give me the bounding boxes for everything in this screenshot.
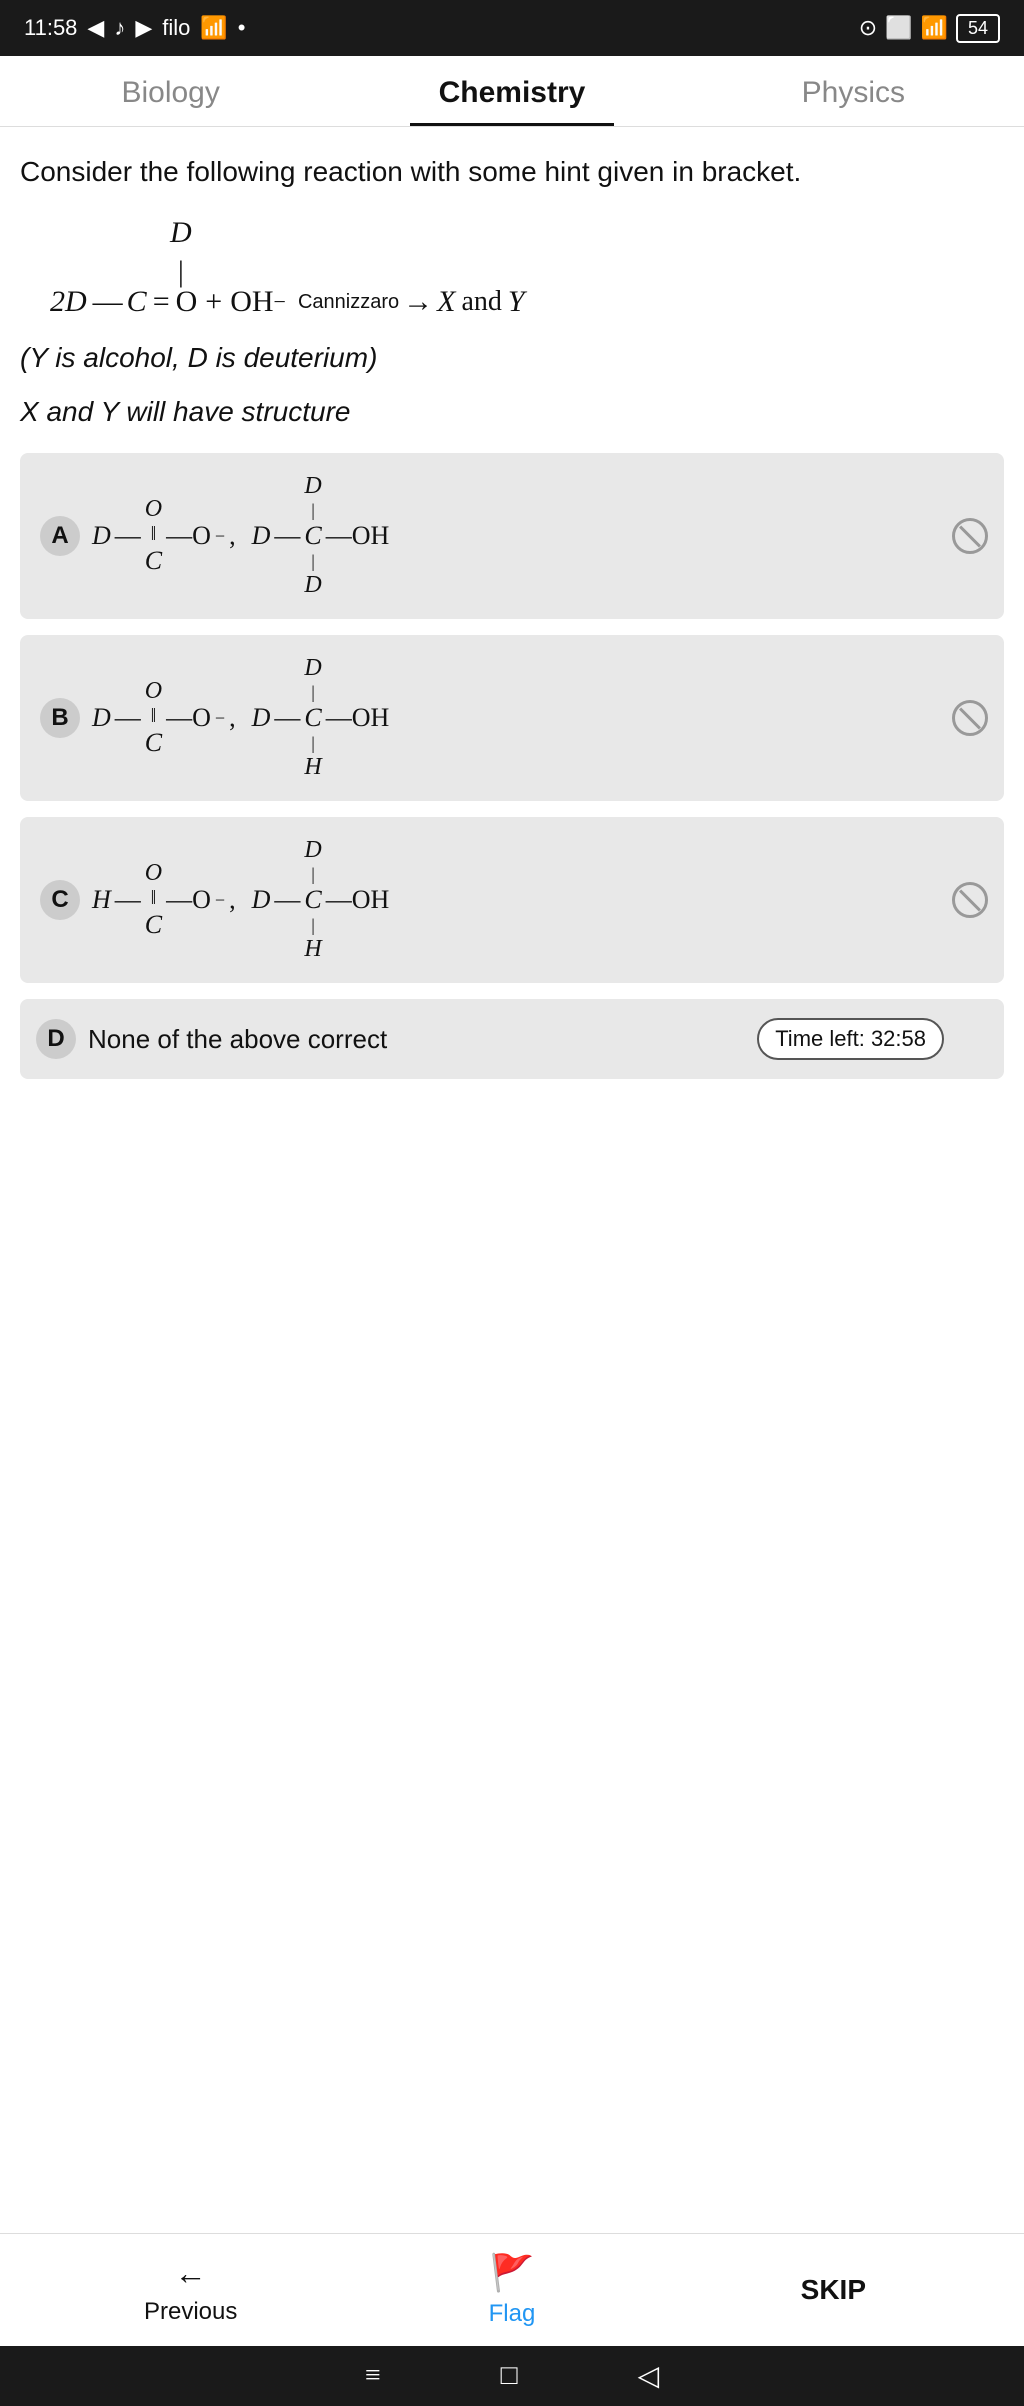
- flag-button[interactable]: 🚩 Flag: [351, 2252, 672, 2328]
- option-a-label: A: [40, 516, 80, 556]
- skip-label: SKIP: [801, 2274, 866, 2306]
- menu-icon[interactable]: ≡: [365, 2360, 381, 2392]
- option-b[interactable]: B D — O ‖ C —O − ,: [20, 635, 1004, 801]
- option-a-no-icon: [952, 518, 988, 554]
- bottom-nav: ← Previous 🚩 Flag SKIP: [0, 2233, 1024, 2346]
- cannizzaro-label: Cannizzaro: [298, 292, 399, 312]
- option-a[interactable]: A D — O ‖ C —O: [20, 453, 1004, 619]
- screen-icon: ⬜: [885, 15, 912, 41]
- previous-label: Previous: [144, 2298, 237, 2326]
- and-label: and: [461, 288, 501, 316]
- status-right: ⊙ ⬜ 📶 54: [859, 14, 1000, 43]
- subtext1: (Y is alcohol, D is deuterium): [20, 337, 1004, 379]
- time-display: 11:58: [24, 15, 77, 41]
- y-label: Y: [508, 287, 525, 317]
- plus-sign: +: [205, 287, 222, 317]
- skip-button[interactable]: SKIP: [673, 2274, 994, 2306]
- content-area: Consider the following reaction with som…: [0, 127, 1024, 1079]
- options-area: A D — O ‖ C —O: [20, 453, 1004, 1079]
- reaction-arrow: →: [403, 287, 433, 317]
- 2d-label: 2D: [50, 287, 87, 317]
- status-bar: 11:58 ◀ ♪ ▶ filo 📶 • ⊙ ⬜ 📶 54: [0, 0, 1024, 56]
- wifi-icon: 📶: [200, 15, 227, 41]
- music-icon: ♪: [114, 15, 125, 41]
- app-name: filo: [162, 15, 190, 41]
- dash1: —: [93, 287, 123, 317]
- option-c-no-icon: [952, 882, 988, 918]
- back-arrow-icon: ←: [175, 2255, 207, 2292]
- tab-biology[interactable]: Biology: [0, 56, 341, 126]
- previous-button[interactable]: ← Previous: [30, 2255, 351, 2326]
- oh-label: OH: [230, 287, 273, 317]
- d-top: D: [170, 213, 192, 252]
- option-d-label: D: [36, 1019, 76, 1059]
- option-c[interactable]: C H — O ‖ C —O − ,: [20, 817, 1004, 983]
- option-b-content: D — O ‖ C —O − , D —: [92, 655, 940, 781]
- option-d[interactable]: D None of the above correct Time left: 3…: [20, 999, 1004, 1079]
- o-label: O: [176, 287, 198, 317]
- signal-bars: 📶: [921, 15, 948, 41]
- scrollable-content: Consider the following reaction with som…: [0, 127, 1024, 2223]
- back-icon[interactable]: ◁: [638, 2359, 660, 2393]
- flag-icon: 🚩: [490, 2252, 535, 2294]
- main-container: Consider the following reaction with som…: [0, 127, 1024, 2346]
- tab-physics[interactable]: Physics: [683, 56, 1024, 126]
- system-nav-bar: ≡ □ ◁: [0, 2346, 1024, 2406]
- option-c-content: H — O ‖ C —O − , D —: [92, 837, 940, 963]
- video-icon: ▶: [135, 15, 152, 41]
- home-icon[interactable]: □: [501, 2360, 518, 2392]
- tab-bar: Biology Chemistry Physics: [0, 56, 1024, 127]
- timer-badge: Time left: 32:58: [757, 1018, 944, 1060]
- x-label: X: [437, 287, 455, 317]
- subtext2: X and Y will have structure: [20, 391, 1004, 433]
- dot-indicator: •: [238, 15, 246, 41]
- navigation-icon: ◀: [87, 15, 104, 41]
- option-a-content: D — O ‖ C —O − , D: [92, 473, 940, 599]
- equation-area: D | 2D — C = O + OH − Cannizzaro: [50, 213, 1004, 317]
- clock-icon: ⊙: [859, 15, 877, 41]
- question-text: Consider the following reaction with som…: [20, 151, 1004, 193]
- c-center: C: [127, 287, 147, 317]
- equals-sign: =: [153, 287, 170, 317]
- battery-indicator: 54: [956, 14, 1000, 43]
- tab-chemistry[interactable]: Chemistry: [341, 56, 682, 126]
- minus-sign: −: [274, 291, 286, 313]
- option-b-label: B: [40, 698, 80, 738]
- flag-label: Flag: [489, 2300, 536, 2328]
- option-b-no-icon: [952, 700, 988, 736]
- option-c-label: C: [40, 880, 80, 920]
- status-left: 11:58 ◀ ♪ ▶ filo 📶 •: [24, 15, 246, 41]
